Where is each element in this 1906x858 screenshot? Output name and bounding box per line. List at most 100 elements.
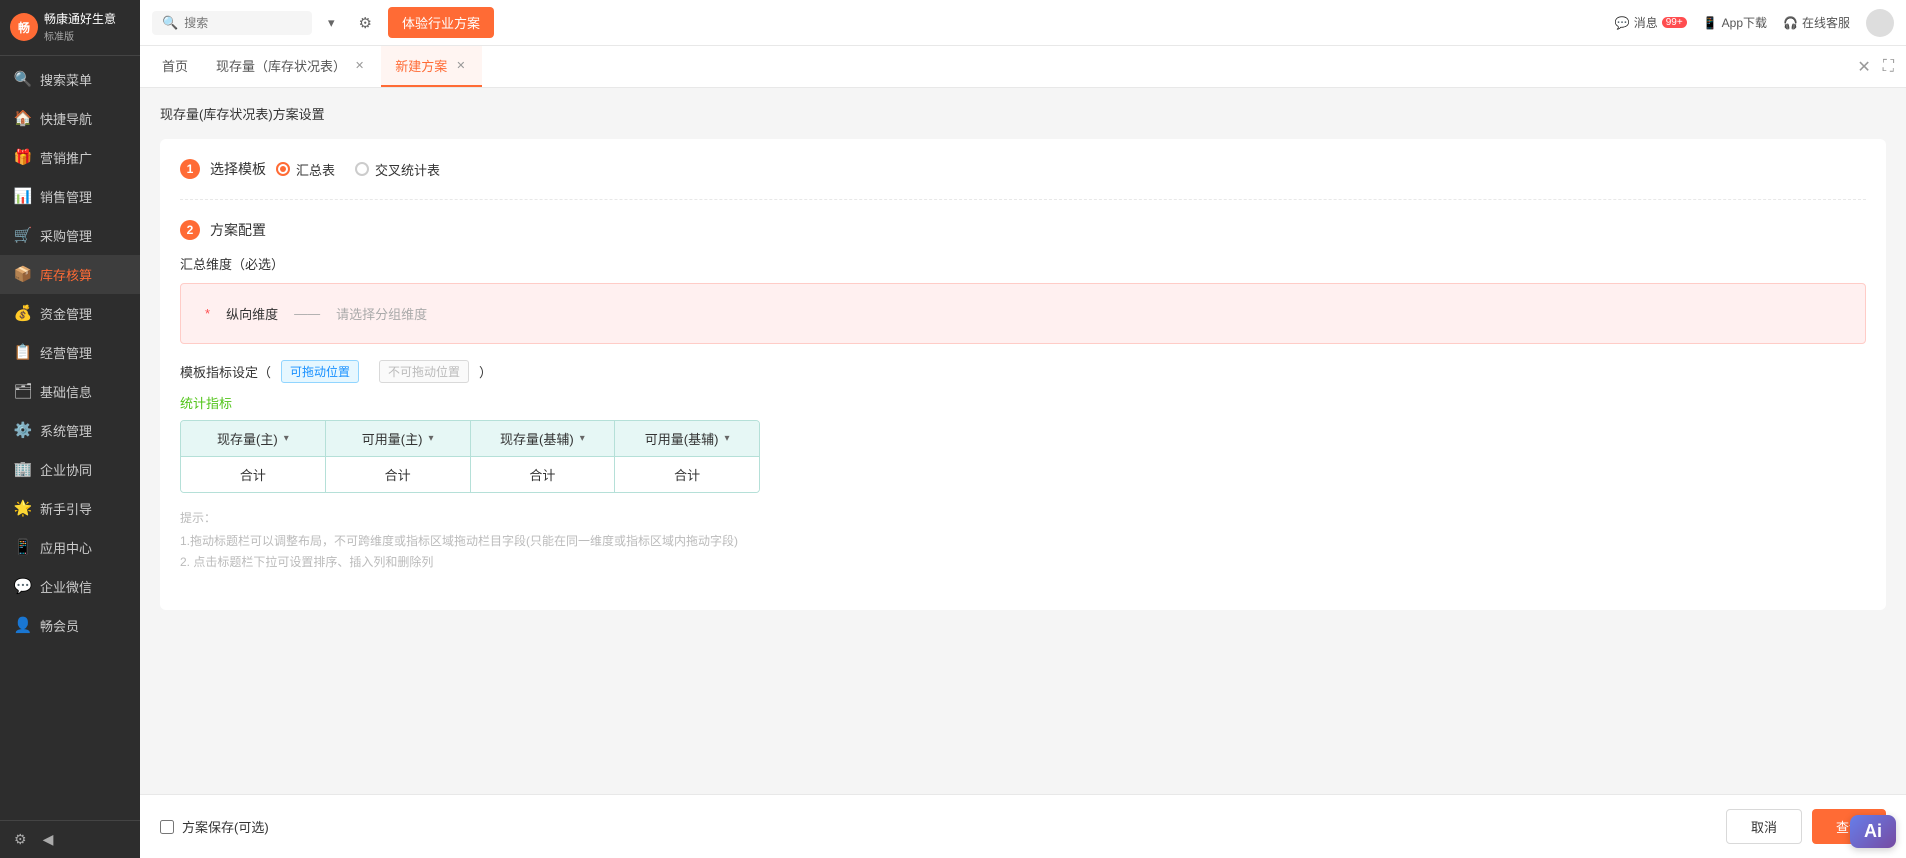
sidebar-icon-wechat: 💬 [14,577,32,595]
step2-section: 2 方案配置 汇总维度（必选） * 纵向维度 —— 请选择分组维度 模板指标设定… [180,220,1866,570]
topbar-right: 💬 消息 99+ 📱 App下载 🎧 在线客服 [1615,9,1894,37]
tab-label-new-plan: 新建方案 [395,56,447,75]
user-avatar[interactable] [1866,9,1894,37]
headset-icon: 🎧 [1783,16,1798,30]
sidebar-item-system[interactable]: ⚙️ 系统管理 [0,411,140,450]
topbar-settings-icon[interactable]: ⚙ [351,10,380,36]
stats-col-label-1: 可用量(主) [362,429,423,448]
content-area: 现存量(库存状况表)方案设置 1 选择模板 汇总表交叉统计表 2 方案配置 [140,88,1906,794]
sidebar-item-enterprise[interactable]: 🏢 企业协同 [0,450,140,489]
stats-col-0[interactable]: 现存量(主) ▾ [181,421,326,456]
sidebar-item-operations[interactable]: 📋 经营管理 [0,333,140,372]
tab-label-home: 首页 [162,56,188,75]
message-badge: 99+ [1662,17,1687,28]
template-radio-group: 汇总表 交叉统计表 [276,160,440,179]
message-icon: 💬 [1615,16,1630,30]
sidebar-label-purchase: 采购管理 [40,226,92,245]
fullscreen-icon[interactable]: ⛶ [1879,54,1898,80]
vertical-dim-label: 纵向维度 [226,304,278,323]
sidebar-label-member: 畅会员 [40,616,79,635]
sidebar-item-quick-nav[interactable]: 🏠 快捷导航 [0,99,140,138]
sidebar-label-finance: 资金管理 [40,304,92,323]
tips-section: 提示： 1.拖动标题栏可以调整布局，不可跨维度或指标区域拖动栏目字段(只能在同一… [180,509,1866,570]
stats-cell-0: 合计 [181,457,326,492]
tab-new-plan[interactable]: 新建方案 ✕ [381,46,482,87]
sidebar-item-member[interactable]: 👤 畅会员 [0,606,140,645]
sidebar-item-sales[interactable]: 📊 销售管理 [0,177,140,216]
step2-badge: 2 [180,220,200,240]
close-tab-icon[interactable]: ✕ [1853,53,1874,81]
sidebar-label-marketing: 营销推广 [40,148,92,167]
main-area: 🔍 ▾ ⚙ 体验行业方案 💬 消息 99+ 📱 App下载 🎧 在线客服 首 [140,0,1906,858]
sidebar-item-purchase[interactable]: 🛒 采购管理 [0,216,140,255]
topbar-dropdown-icon[interactable]: ▾ [320,11,343,35]
sidebar-item-app-center[interactable]: 📱 应用中心 [0,528,140,567]
sidebar: 畅 畅康通好生意 标准版 🔍 搜索菜单 🏠 快捷导航 🎁 营销推广 📊 销售管理… [0,0,140,858]
app-logo-icon: 畅 [10,13,38,41]
radio-cross[interactable]: 交叉统计表 [355,160,440,179]
tab-close-new-plan[interactable]: ✕ [453,58,468,73]
tips-label: 提示： [180,509,1866,526]
tabs-bar: 首页 现存量（库存状况表） ✕ 新建方案 ✕ ✕ ⛶ [140,46,1906,88]
indicators-label: 模板指标设定（ 可拖动位置 不可拖动位置 ） [180,360,1866,383]
app-download-btn[interactable]: 📱 App下载 [1703,14,1767,31]
topbar: 🔍 ▾ ⚙ 体验行业方案 💬 消息 99+ 📱 App下载 🎧 在线客服 [140,0,1906,46]
stats-col-chevron-0: ▾ [284,433,289,444]
sidebar-label-operations: 经营管理 [40,343,92,362]
experience-btn[interactable]: 体验行业方案 [388,7,494,38]
sidebar-item-search-menu[interactable]: 🔍 搜索菜单 [0,60,140,99]
search-box[interactable]: 🔍 [152,11,312,35]
sidebar-label-enterprise: 企业协同 [40,460,92,479]
sidebar-icon-purchase: 🛒 [14,226,32,244]
sidebar-label-system: 系统管理 [40,421,92,440]
sidebar-item-basics[interactable]: 🗂 基础信息 [0,372,140,411]
stats-table-header: 现存量(主)▾可用量(主)▾现存量(基辅)▾可用量(基辅)▾ [181,421,759,456]
cancel-button[interactable]: 取消 [1726,809,1802,844]
app-edition: 标准版 [44,28,116,43]
radio-summary[interactable]: 汇总表 [276,160,335,179]
online-service-btn[interactable]: 🎧 在线客服 [1783,14,1850,31]
stats-col-1[interactable]: 可用量(主)▾ [326,421,471,456]
step1-title: 选择模板 [210,159,266,179]
non-draggable-tag: 不可拖动位置 [379,360,469,383]
required-mark: * [205,306,210,321]
search-input[interactable] [184,16,284,30]
dimension-placeholder: 请选择分组维度 [336,304,427,323]
tabs-actions: ✕ ⛶ [1853,53,1898,81]
tab-home[interactable]: 首页 [148,46,202,87]
settings-icon[interactable]: ⚙ [14,831,27,848]
sidebar-icon-finance: 💰 [14,304,32,322]
stats-table-row: 合计合计合计合计 [181,456,759,492]
sidebar-bottom: ⚙ ◀ [0,820,140,858]
stats-col-2[interactable]: 现存量(基辅)▾ [471,421,616,456]
search-icon: 🔍 [162,15,178,31]
stats-col-label-0: 现存量(主) [217,429,278,448]
radio-label-summary: 汇总表 [296,160,335,179]
sidebar-item-inventory[interactable]: 📦 库存核算 [0,255,140,294]
sidebar-item-finance[interactable]: 💰 资金管理 [0,294,140,333]
sidebar-item-newbie[interactable]: 🌟 新手引导 [0,489,140,528]
ai-badge[interactable]: Ai [1850,815,1896,848]
page-title: 现存量(库存状况表)方案设置 [160,104,1886,123]
stats-cell-3: 合计 [615,457,759,492]
save-checkbox-label: 方案保存(可选) [182,817,269,836]
radio-circle-cross [355,162,369,176]
sidebar-icon-quick-nav: 🏠 [14,109,32,127]
stats-col-3[interactable]: 可用量(基辅)▾ [615,421,759,456]
audio-icon[interactable]: ◀ [43,831,54,848]
radio-label-cross: 交叉统计表 [375,160,440,179]
footer: 方案保存(可选) 取消 查询 [140,794,1906,858]
save-checkbox[interactable] [160,820,174,834]
tab-close-inventory-status[interactable]: ✕ [352,58,367,73]
sidebar-item-marketing[interactable]: 🎁 营销推广 [0,138,140,177]
sidebar-item-wechat[interactable]: 💬 企业微信 [0,567,140,606]
dimension-box[interactable]: * 纵向维度 —— 请选择分组维度 [180,283,1866,344]
tab-inventory-status[interactable]: 现存量（库存状况表） ✕ [202,46,381,87]
messages-btn[interactable]: 💬 消息 99+ [1615,14,1687,31]
sidebar-icon-marketing: 🎁 [14,148,32,166]
tab-label-inventory-status: 现存量（库存状况表） [216,56,346,75]
stats-col-chevron-2: ▾ [580,433,585,444]
sidebar-label-newbie: 新手引导 [40,499,92,518]
settings-panel: 1 选择模板 汇总表交叉统计表 2 方案配置 汇总维度（必选） * [160,139,1886,610]
footer-left: 方案保存(可选) [160,817,269,836]
